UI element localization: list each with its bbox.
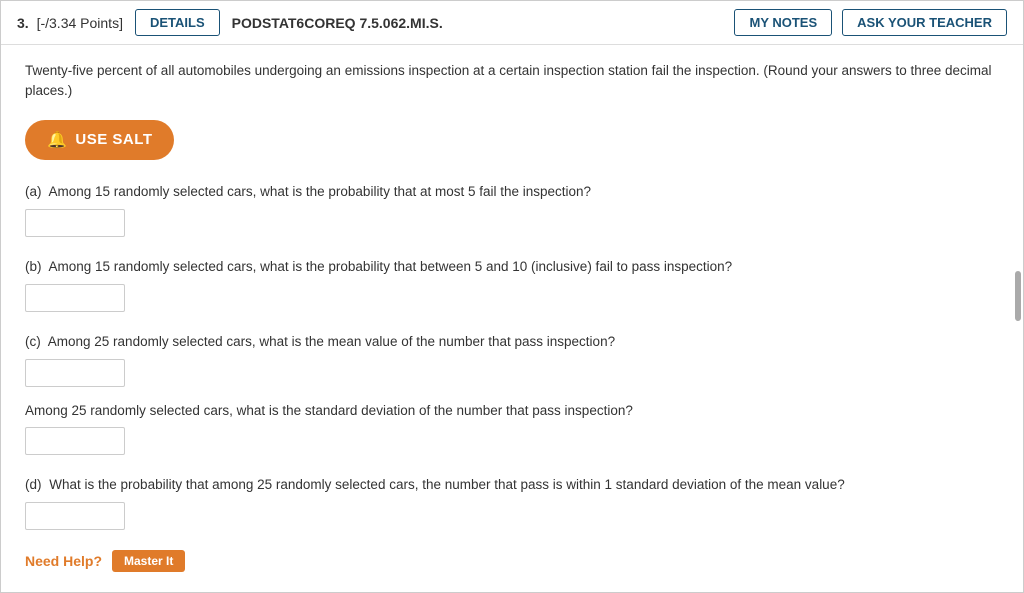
part-a-question: (a) Among 15 randomly selected cars, wha… [25,182,999,202]
part-b-question: (b) Among 15 randomly selected cars, wha… [25,257,999,277]
need-help-row: Need Help? Master It [25,550,999,572]
part-a-input[interactable] [25,209,125,237]
part-b: (b) Among 15 randomly selected cars, wha… [25,257,999,312]
part-c: (c) Among 25 randomly selected cars, wha… [25,332,999,455]
header-left: 3. [-/3.34 Points] DETAILS PODSTAT6COREQ… [17,9,443,36]
question-number: 3. [-/3.34 Points] [17,15,123,31]
details-button[interactable]: DETAILS [135,9,220,36]
use-salt-button[interactable]: 🔔 USE SALT [25,120,174,160]
content-area: Twenty-five percent of all automobiles u… [1,45,1023,592]
salt-icon: 🔔 [47,130,67,150]
part-a-letter: (a) [25,184,42,199]
ask-teacher-button[interactable]: ASK YOUR TEACHER [842,9,1007,36]
part-c-question: (c) Among 25 randomly selected cars, wha… [25,332,999,352]
part-b-letter: (b) [25,259,42,274]
part-d-input[interactable] [25,502,125,530]
part-c-letter: (c) [25,334,41,349]
part-c-input[interactable] [25,359,125,387]
problem-statement: Twenty-five percent of all automobiles u… [25,61,999,102]
part-b-input[interactable] [25,284,125,312]
master-it-button[interactable]: Master It [112,550,185,572]
header-right: MY NOTES ASK YOUR TEACHER [734,9,1007,36]
part-d-question: (d) What is the probability that among 2… [25,475,999,495]
part-a: (a) Among 15 randomly selected cars, wha… [25,182,999,237]
use-salt-label: USE SALT [75,131,152,148]
part-c-sub-input[interactable] [25,427,125,455]
part-d-letter: (d) [25,477,42,492]
part-d: (d) What is the probability that among 2… [25,475,999,530]
part-c-sub: Among 25 randomly selected cars, what is… [25,401,999,454]
scrollbar[interactable] [1015,271,1021,321]
need-help-text: Need Help? [25,553,102,569]
header-bar: 3. [-/3.34 Points] DETAILS PODSTAT6COREQ… [1,1,1023,45]
part-c-sub-question: Among 25 randomly selected cars, what is… [25,401,999,421]
course-code: PODSTAT6COREQ 7.5.062.MI.S. [232,15,443,31]
my-notes-button[interactable]: MY NOTES [734,9,832,36]
